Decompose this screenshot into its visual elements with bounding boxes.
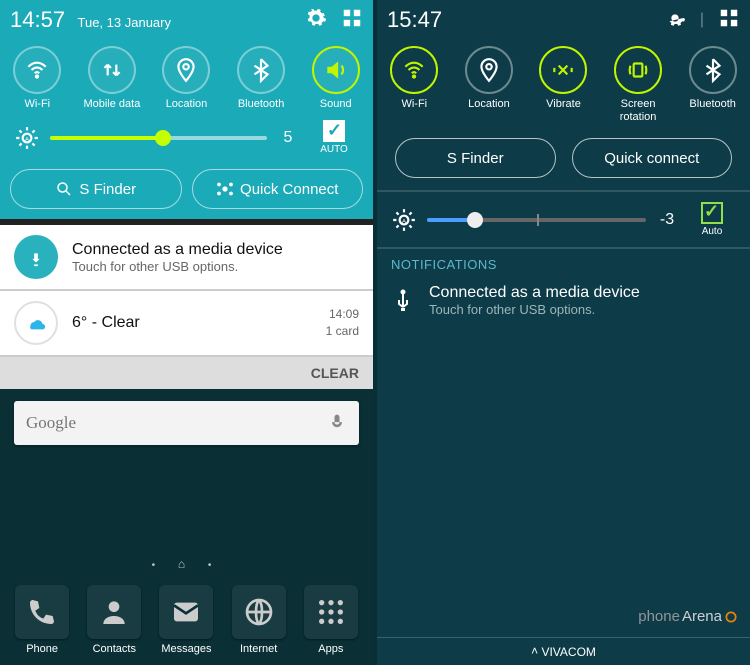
usb-icon <box>14 235 58 279</box>
toggle-sound[interactable]: Sound <box>302 46 370 110</box>
internet-icon <box>243 596 275 628</box>
notification-title: 6° - Clear <box>72 314 312 332</box>
notification-title: Connected as a media device <box>429 284 640 302</box>
checkbox-icon <box>323 120 345 142</box>
auto-brightness-toggle[interactable]: AUTO <box>309 120 359 155</box>
toggle-label: Sound <box>320 98 352 110</box>
toggle-wifi[interactable]: Wi-Fi <box>3 46 71 110</box>
brightness-slider[interactable] <box>50 136 267 140</box>
bluetooth-icon <box>237 46 285 94</box>
toggle-label: Location <box>166 98 208 110</box>
quick-connect-button[interactable]: Quick connect <box>572 138 733 178</box>
toggle-label: Bluetooth <box>238 98 284 110</box>
svg-text:A: A <box>25 136 30 143</box>
notification-title: Connected as a media device <box>72 241 359 259</box>
notification-extra: 1 card <box>326 323 359 340</box>
status-bar: 14:57 Tue, 13 January <box>0 0 373 40</box>
apps-icon <box>315 596 347 628</box>
toggle-label: Wi-Fi <box>24 98 50 110</box>
wifi-icon <box>390 46 438 94</box>
left-screenshot: 14:57 Tue, 13 January Wi-Fi Mobile data … <box>0 0 373 665</box>
apps-app[interactable]: Apps <box>300 585 362 655</box>
quick-settings: Wi-Fi Location Vibrate Screen rotation B… <box>377 40 750 126</box>
toggle-location[interactable]: Location <box>455 46 523 124</box>
carrier-name: VIVACOM <box>541 645 595 659</box>
right-screenshot: 15:47 | Wi-Fi Location Vibrate Screen ro… <box>377 0 750 665</box>
toggle-wifi[interactable]: Wi-Fi <box>380 46 448 124</box>
notification-usb[interactable]: Connected as a media device Touch for ot… <box>377 274 750 327</box>
messages-icon <box>170 596 202 628</box>
brightness-icon: A <box>14 125 40 151</box>
brightness-slider[interactable] <box>427 218 646 222</box>
clear-button[interactable]: CLEAR <box>0 357 373 389</box>
google-search-bar[interactable]: Google <box>14 401 359 445</box>
brightness-value: 5 <box>277 129 299 147</box>
clock: 15:47 <box>387 7 442 32</box>
watermark: phoneArena <box>638 608 738 625</box>
grid-icon[interactable] <box>718 7 740 34</box>
weather-icon <box>14 301 58 345</box>
sfinder-quickconnect-row: S Finder Quick Connect <box>0 163 373 219</box>
s-finder-button[interactable]: S Finder <box>10 169 182 209</box>
contacts-icon <box>98 596 130 628</box>
vibrate-icon <box>539 46 587 94</box>
notification-weather[interactable]: 6° - Clear 14:09 1 card <box>0 291 373 357</box>
page-indicator: • ⌂ • <box>0 557 373 571</box>
s-finder-button[interactable]: S Finder <box>395 138 556 178</box>
date: Tue, 13 January <box>78 15 171 30</box>
mic-icon[interactable] <box>327 413 347 433</box>
notification-subtitle: Touch for other USB options. <box>429 302 640 317</box>
brightness-icon: A <box>391 207 417 233</box>
usb-icon <box>391 289 415 313</box>
toggle-vibrate[interactable]: Vibrate <box>529 46 597 124</box>
checkbox-icon <box>701 202 723 224</box>
dock: Phone Contacts Messages Internet Apps <box>0 585 373 665</box>
notification-usb[interactable]: Connected as a media device Touch for ot… <box>0 225 373 291</box>
phone-app[interactable]: Phone <box>11 585 73 655</box>
settings-icon[interactable] <box>664 7 686 34</box>
connect-icon <box>216 180 234 198</box>
toggle-bluetooth[interactable]: Bluetooth <box>679 46 747 124</box>
google-logo: Google <box>26 413 76 433</box>
internet-app[interactable]: Internet <box>228 585 290 655</box>
toggle-rotation[interactable]: Screen rotation <box>604 46 672 124</box>
brightness-row: A -3 Auto <box>377 192 750 247</box>
auto-brightness-toggle[interactable]: Auto <box>688 202 736 237</box>
messages-app[interactable]: Messages <box>155 585 217 655</box>
bluetooth-icon <box>689 46 737 94</box>
notification-subtitle: Touch for other USB options. <box>72 259 359 274</box>
svg-text:A: A <box>402 218 407 225</box>
sound-icon <box>312 46 360 94</box>
notifications-header: NOTIFICATIONS <box>377 249 750 274</box>
location-icon <box>162 46 210 94</box>
sfinder-quickconnect-row: S Finder Quick connect <box>377 126 750 190</box>
toggle-location[interactable]: Location <box>152 46 220 110</box>
quick-settings: Wi-Fi Mobile data Location Bluetooth Sou… <box>0 40 373 112</box>
quick-connect-button[interactable]: Quick Connect <box>192 169 364 209</box>
settings-icon[interactable] <box>305 7 327 34</box>
mobiledata-icon <box>88 46 136 94</box>
brightness-value: -3 <box>656 211 678 229</box>
chevron-up-icon: ˄ <box>531 644 538 658</box>
contacts-app[interactable]: Contacts <box>83 585 145 655</box>
notification-time: 14:09 <box>326 306 359 323</box>
clock: 14:57 <box>10 7 65 32</box>
toggle-mobiledata[interactable]: Mobile data <box>78 46 146 110</box>
grid-icon[interactable] <box>341 7 363 34</box>
brightness-row: A 5 AUTO <box>0 112 373 163</box>
search-icon <box>55 180 73 198</box>
status-bar: 15:47 | <box>377 0 750 40</box>
phone-icon <box>26 596 58 628</box>
wifi-icon <box>13 46 61 94</box>
toggle-label: Mobile data <box>83 98 140 110</box>
location-icon <box>465 46 513 94</box>
carrier-row[interactable]: ˄ VIVACOM <box>377 637 750 665</box>
watermark-icon <box>724 610 738 624</box>
toggle-bluetooth[interactable]: Bluetooth <box>227 46 295 110</box>
home-screen: Google • ⌂ • Phone Contacts Messages Int… <box>0 389 373 665</box>
rotation-icon <box>614 46 662 94</box>
